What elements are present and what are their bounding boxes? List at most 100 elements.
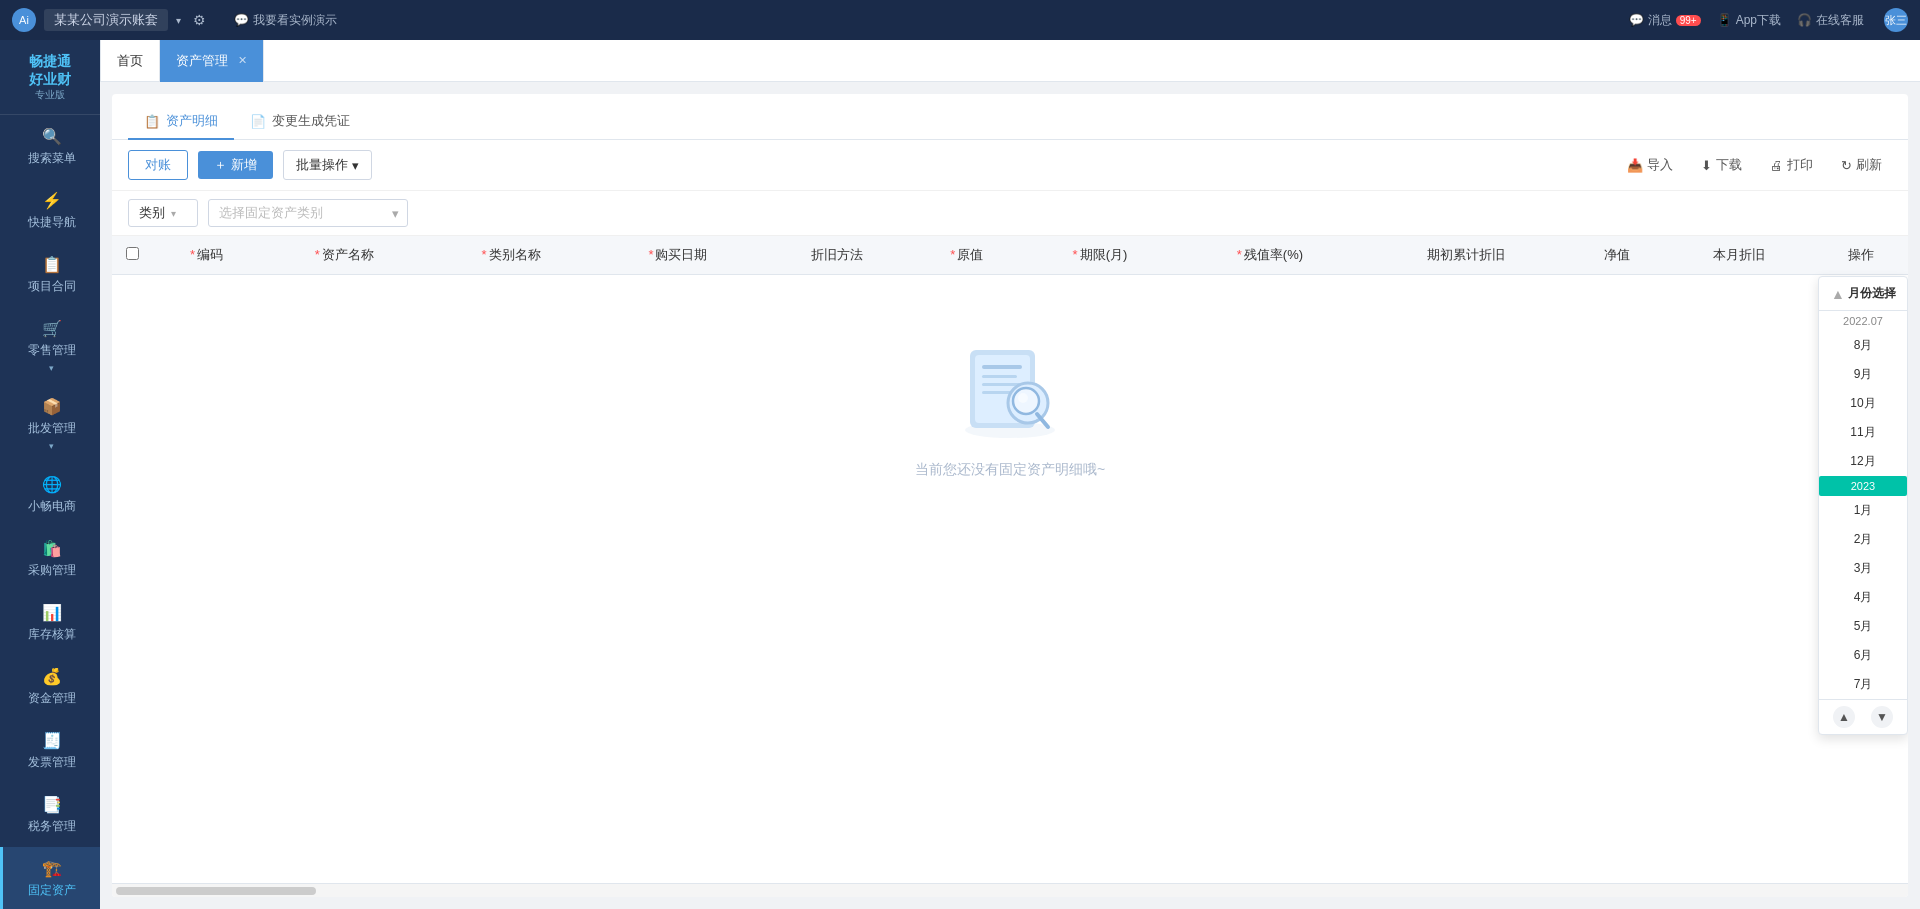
tax-icon: 📑 bbox=[42, 795, 62, 814]
tab-bar: 首页 资产管理 ✕ bbox=[100, 40, 1920, 82]
month-item-12[interactable]: 12月 bbox=[1819, 447, 1907, 476]
month-picker-up-round-btn[interactable]: ▲ bbox=[1833, 706, 1855, 728]
messages-item[interactable]: 💬 消息 99+ bbox=[1629, 12, 1701, 29]
svg-rect-6 bbox=[982, 391, 1012, 394]
messages-label: 消息 bbox=[1648, 12, 1672, 29]
month-item-9[interactable]: 9月 bbox=[1819, 360, 1907, 389]
message-badge: 99+ bbox=[1676, 15, 1701, 26]
print-button[interactable]: 🖨 打印 bbox=[1760, 151, 1823, 179]
retail-arrow-icon: ▾ bbox=[49, 363, 54, 373]
month-item-3[interactable]: 3月 bbox=[1819, 554, 1907, 583]
month-item-2[interactable]: 2月 bbox=[1819, 525, 1907, 554]
online-service-label: 在线客服 bbox=[1816, 12, 1864, 29]
sidebar-item-quick-nav[interactable]: ⚡ 快捷导航 bbox=[0, 179, 100, 243]
avatar: Ai bbox=[12, 8, 36, 32]
gear-icon[interactable]: ⚙ bbox=[193, 12, 206, 28]
sidebar-item-invoice[interactable]: 🧾 发票管理 bbox=[0, 719, 100, 783]
download-button[interactable]: ⬇ 下载 bbox=[1691, 151, 1752, 179]
tab-close-icon[interactable]: ✕ bbox=[238, 54, 247, 67]
month-item-10[interactable]: 10月 bbox=[1819, 389, 1907, 418]
month-picker-up-btn[interactable]: ▲ bbox=[1829, 286, 1847, 302]
batch-dropdown-icon: ▾ bbox=[352, 158, 359, 173]
sidebar-ecommerce-label: 小畅电商 bbox=[28, 498, 76, 515]
import-label: 导入 bbox=[1647, 156, 1673, 174]
sub-tab-change-voucher[interactable]: 📄 变更生成凭证 bbox=[234, 104, 366, 140]
top-bar-left: Ai 某某公司演示账套 ▾ ⚙ 💬 我要看实例演示 bbox=[12, 8, 1629, 32]
col-category: *类别名称 bbox=[428, 236, 595, 275]
month-item-7[interactable]: 7月 bbox=[1819, 670, 1907, 699]
month-picker-header: ▲ 月份选择 bbox=[1819, 277, 1907, 311]
month-year-2023: 2023 bbox=[1819, 476, 1907, 496]
sidebar-project-label: 项目合同 bbox=[28, 278, 76, 295]
category-type-arrow: ▾ bbox=[171, 208, 176, 219]
app-download-item[interactable]: 📱 App下载 bbox=[1717, 12, 1781, 29]
empty-state: 当前您还没有固定资产明细哦~ bbox=[112, 275, 1908, 539]
purchase-icon: 🛍️ bbox=[42, 539, 62, 558]
online-service-item[interactable]: 🎧 在线客服 bbox=[1797, 12, 1864, 29]
demo-link[interactable]: 💬 我要看实例演示 bbox=[234, 12, 337, 29]
company-dropdown-icon[interactable]: ▾ bbox=[176, 15, 181, 26]
scroll-thumb[interactable] bbox=[116, 887, 316, 895]
asset-table: *编码 *资产名称 *类别名称 bbox=[112, 236, 1908, 275]
toolbar: 对账 ＋ 新增 批量操作 ▾ 📥 导入 bbox=[112, 140, 1908, 191]
tab-asset-mgmt[interactable]: 资产管理 ✕ bbox=[160, 40, 264, 82]
select-all-checkbox[interactable] bbox=[126, 247, 139, 260]
sidebar-retail-label: 零售管理 bbox=[28, 342, 76, 359]
empty-illustration bbox=[950, 335, 1070, 445]
category-type-select[interactable]: 类别 ▾ bbox=[128, 199, 198, 227]
sidebar-item-search[interactable]: 🔍 搜索菜单 bbox=[0, 115, 100, 179]
refresh-label: 刷新 bbox=[1856, 156, 1882, 174]
sidebar-item-ecommerce[interactable]: 🌐 小畅电商 bbox=[0, 463, 100, 527]
month-item-6[interactable]: 6月 bbox=[1819, 641, 1907, 670]
bottom-scrollbar[interactable] bbox=[112, 883, 1908, 897]
category-value-select[interactable]: 选择固定资产类别 ▾ bbox=[208, 199, 408, 227]
asset-detail-tab-icon: 📋 bbox=[144, 114, 160, 129]
page-content: 📋 资产明细 📄 变更生成凭证 对账 ＋ 新增 bbox=[100, 82, 1920, 909]
sidebar-invoice-label: 发票管理 bbox=[28, 754, 76, 771]
month-item-11[interactable]: 11月 bbox=[1819, 418, 1907, 447]
sidebar-item-project[interactable]: 📋 项目合同 bbox=[0, 243, 100, 307]
sidebar-quick-nav-label: 快捷导航 bbox=[28, 214, 76, 231]
table-container: *编码 *资产名称 *类别名称 bbox=[112, 236, 1908, 897]
month-item-5[interactable]: 5月 bbox=[1819, 612, 1907, 641]
col-period: *期限(月) bbox=[1021, 236, 1178, 275]
print-icon: 🖨 bbox=[1770, 158, 1783, 173]
sidebar-item-tax[interactable]: 📑 税务管理 bbox=[0, 783, 100, 847]
month-picker-down-round-btn[interactable]: ▼ bbox=[1871, 706, 1893, 728]
user-avatar[interactable]: 张三 bbox=[1884, 8, 1908, 32]
sidebar-purchase-label: 采购管理 bbox=[28, 562, 76, 579]
change-voucher-tab-label: 变更生成凭证 bbox=[272, 112, 350, 130]
empty-text: 当前您还没有固定资产明细哦~ bbox=[915, 461, 1105, 479]
batch-button[interactable]: 批量操作 ▾ bbox=[283, 150, 372, 180]
retail-icon: 🛒 bbox=[42, 319, 62, 338]
month-item-1[interactable]: 1月 bbox=[1819, 496, 1907, 525]
sidebar-item-inventory[interactable]: 📊 库存核算 bbox=[0, 591, 100, 655]
svg-rect-5 bbox=[982, 383, 1020, 386]
svg-point-10 bbox=[1018, 393, 1028, 403]
tab-home[interactable]: 首页 bbox=[100, 40, 160, 82]
inventory-icon: 📊 bbox=[42, 603, 62, 622]
sidebar-item-purchase[interactable]: 🛍️ 采购管理 bbox=[0, 527, 100, 591]
sidebar-item-fixed-assets[interactable]: 🏗️ 固定资产 bbox=[0, 847, 100, 909]
new-button[interactable]: ＋ 新增 bbox=[198, 151, 273, 179]
toolbar-right: 📥 导入 ⬇ 下载 🖨 打印 ↻ 刷新 bbox=[1617, 151, 1892, 179]
sidebar-item-wholesale[interactable]: 📦 批发管理 ▾ bbox=[0, 385, 100, 463]
sub-tab-asset-detail[interactable]: 📋 资产明细 bbox=[128, 104, 234, 140]
finance-icon: 💰 bbox=[42, 667, 62, 686]
col-period-depreciation: 期初累计折旧 bbox=[1361, 236, 1570, 275]
month-item-8[interactable]: 8月 bbox=[1819, 331, 1907, 360]
import-button[interactable]: 📥 导入 bbox=[1617, 151, 1683, 179]
sidebar-item-finance[interactable]: 💰 资金管理 bbox=[0, 655, 100, 719]
match-button[interactable]: 对账 bbox=[128, 150, 188, 180]
col-operation: 操作 bbox=[1815, 236, 1908, 275]
svg-rect-3 bbox=[982, 365, 1022, 369]
refresh-button[interactable]: ↻ 刷新 bbox=[1831, 151, 1892, 179]
col-name: *资产名称 bbox=[261, 236, 428, 275]
download-icon: ⬇ bbox=[1701, 158, 1712, 173]
month-item-4[interactable]: 4月 bbox=[1819, 583, 1907, 612]
main-layout: 畅捷通好业财 专业版 🔍 搜索菜单 ⚡ 快捷导航 📋 项目合同 🛒 零售管理 ▾… bbox=[0, 40, 1920, 909]
col-purchase-date: *购买日期 bbox=[595, 236, 762, 275]
content-area: 首页 资产管理 ✕ 📋 资产明细 📄 变更生成凭证 bbox=[100, 40, 1920, 909]
company-name[interactable]: 某某公司演示账套 bbox=[44, 9, 168, 31]
sidebar-item-retail[interactable]: 🛒 零售管理 ▾ bbox=[0, 307, 100, 385]
